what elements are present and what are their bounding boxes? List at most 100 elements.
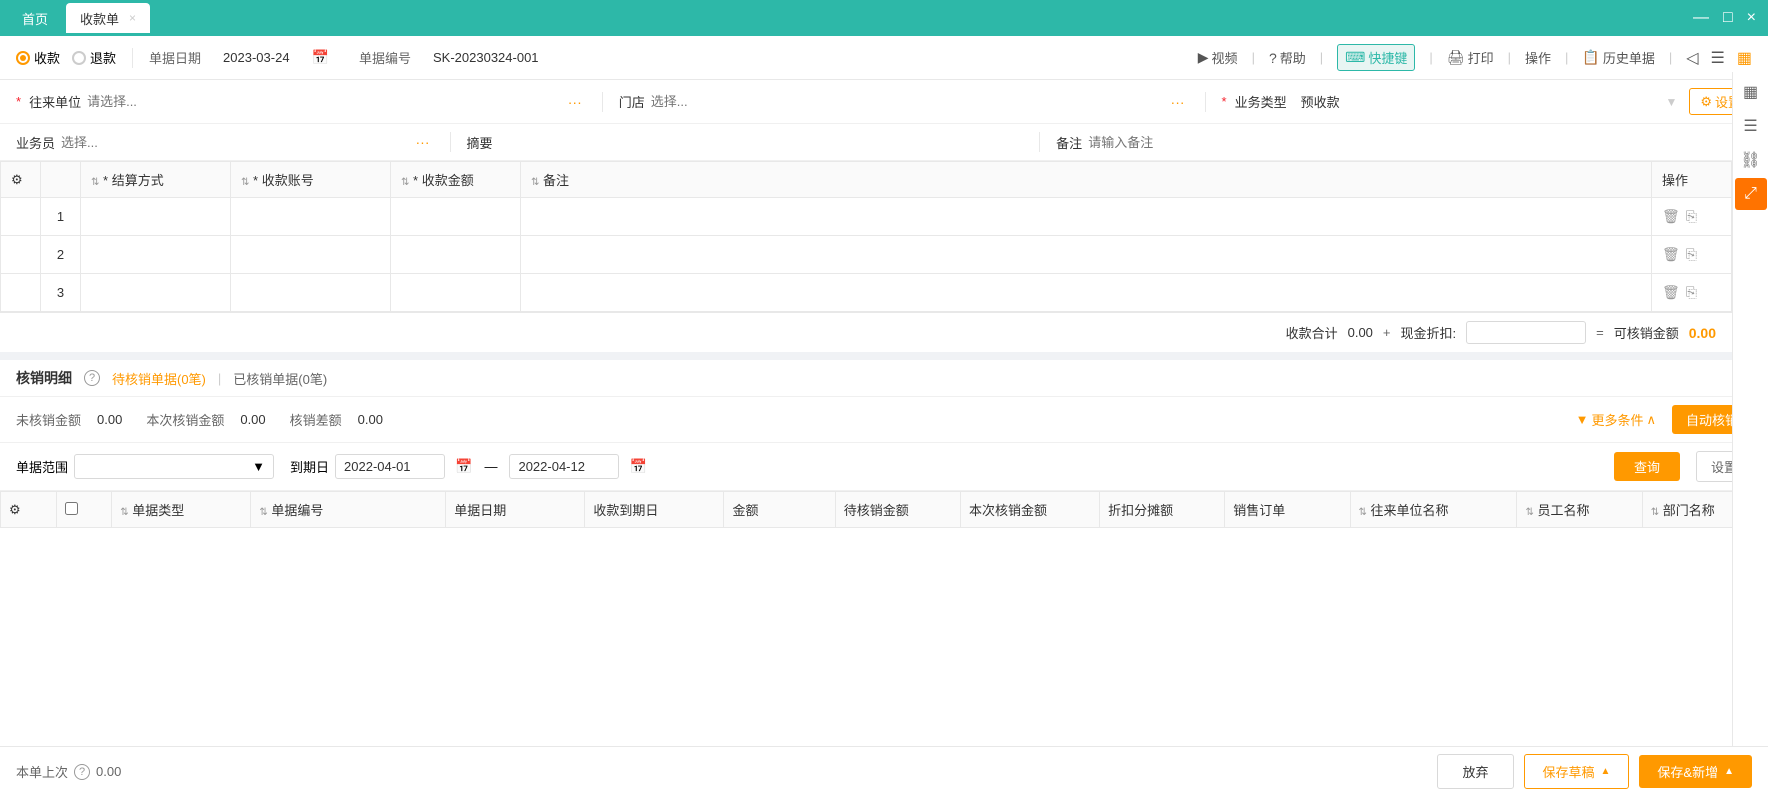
date-to-calendar-icon[interactable]: 📅	[629, 458, 646, 475]
verification-stats: 未核销金额 0.00 本次核销金额 0.00 核销差额 0.00 ▼ 更多条件 …	[0, 397, 1768, 443]
history-btn[interactable]: 📋 历史单据	[1582, 48, 1654, 67]
receipt-type-radio: 收款 退款	[16, 48, 116, 67]
total-label: 收款合计	[1286, 323, 1338, 342]
list-view-icon[interactable]: ☰	[1711, 48, 1725, 68]
date-range-field: 到期日 📅 — 📅	[290, 454, 647, 479]
footer-info: 本单上次 ? 0.00	[16, 762, 121, 781]
salesman-more-icon[interactable]: ···	[412, 134, 434, 150]
verification-help-icon[interactable]: ?	[84, 370, 100, 386]
btable-gear-header[interactable]: ⚙	[1, 492, 57, 528]
row1-account[interactable]	[231, 198, 391, 236]
row2-account[interactable]	[231, 236, 391, 274]
abandon-btn[interactable]: 放弃	[1437, 754, 1513, 789]
row3-remark[interactable]	[521, 274, 1652, 312]
save-draft-btn[interactable]: 保存草稿 ▲	[1524, 754, 1630, 789]
row2-amount[interactable]	[391, 236, 521, 274]
receipt-tab[interactable]: 收款单 ×	[66, 3, 150, 33]
row1-remark[interactable]	[521, 198, 1652, 236]
equals-sign: =	[1596, 325, 1604, 340]
btable-discount-header: 折扣分摊额	[1100, 492, 1225, 528]
grid-view-icon[interactable]: ▦	[1737, 48, 1752, 68]
row2-delete-icon[interactable]: 🗑	[1662, 246, 1680, 263]
video-btn[interactable]: ▶ 视频	[1198, 48, 1238, 67]
view-toggle-icon[interactable]: ◁	[1686, 48, 1698, 68]
row3-amount[interactable]	[391, 274, 521, 312]
filter-row: 单据范围 ▼ 到期日 📅 — 📅 查询 设置	[0, 443, 1768, 491]
query-btn[interactable]: 查询	[1614, 452, 1680, 481]
btable-due-date-header: 收款到期日	[585, 492, 724, 528]
customer-more-icon[interactable]: ···	[564, 94, 586, 110]
operations-btn[interactable]: 操作	[1525, 48, 1551, 67]
row3-settle[interactable]	[81, 274, 231, 312]
save-new-btn[interactable]: 保存&新增 ▲	[1639, 755, 1752, 788]
btable-employee-header: ⇅ 员工名称	[1517, 492, 1642, 528]
print-btn[interactable]: 🖨 打印	[1447, 48, 1494, 67]
date-label: 单据日期	[149, 48, 201, 67]
btable-date-header: 单据日期	[446, 492, 585, 528]
row3-delete-icon[interactable]: 🗑	[1662, 284, 1680, 301]
save-draft-label: 保存草稿	[1543, 762, 1595, 781]
field-divider-2	[1205, 92, 1206, 112]
receipt-tab-close[interactable]: ×	[129, 11, 136, 25]
receipt-table-body: 1 🗑 ⎘ 2	[1, 198, 1732, 312]
customer-input[interactable]	[87, 94, 558, 109]
shortcuts-icon: ⌨	[1345, 49, 1365, 66]
radio-refund[interactable]: 退款	[72, 48, 116, 67]
help-btn[interactable]: ? 帮助	[1269, 48, 1306, 67]
print-label: 打印	[1468, 48, 1494, 67]
btable-checkbox-header[interactable]	[56, 492, 112, 528]
shortcuts-label: 快捷键	[1368, 48, 1407, 67]
current-order-help-icon[interactable]: ?	[74, 764, 90, 780]
summary-input[interactable]	[499, 135, 1024, 150]
row2-remark[interactable]	[521, 236, 1652, 274]
verification-section: 核销明细 ? 待核销单据(0笔) | 已核销单据(0笔) 未核销金额 0.00 …	[0, 360, 1768, 746]
row1-settle[interactable]	[81, 198, 231, 236]
window-min-btn[interactable]: —	[1689, 7, 1713, 29]
shortcuts-btn[interactable]: ⌨ 快捷键	[1337, 44, 1415, 71]
radio-receipt[interactable]: 收款	[16, 48, 60, 67]
top-nav: 首页 收款单 × — □ ×	[0, 0, 1768, 36]
row1-amount[interactable]	[391, 198, 521, 236]
table-gear-header[interactable]: ⚙	[1, 162, 41, 198]
row3-copy-icon[interactable]: ⎘	[1686, 284, 1697, 301]
discount-input[interactable]	[1466, 321, 1586, 344]
date-from-calendar-icon[interactable]: 📅	[455, 458, 472, 475]
home-tab[interactable]: 首页	[8, 3, 62, 33]
toolbar-actions: ▶ 视频 | ? 帮助 | ⌨ 快捷键 | 🖨 打印 | 操作 |	[1198, 44, 1752, 71]
window-close-btn[interactable]: ×	[1743, 7, 1760, 29]
salesman-input[interactable]	[61, 135, 405, 150]
range-field: 单据范围 ▼	[16, 454, 274, 479]
calendar-icon[interactable]: 📅	[312, 49, 329, 66]
business-type-label: 业务类型	[1235, 92, 1287, 111]
store-more-icon[interactable]: ···	[1167, 94, 1189, 110]
done-tab[interactable]: 已核销单据(0笔)	[233, 369, 327, 388]
select-all-checkbox[interactable]	[65, 502, 78, 515]
sidebar-list-icon[interactable]: ☰	[1735, 110, 1767, 142]
salesman-field: 业务员 ···	[16, 133, 434, 152]
business-type-arrow[interactable]: ▼	[1665, 95, 1677, 109]
pending-tab[interactable]: 待核销单据(0笔)	[112, 369, 206, 388]
row1-delete-icon[interactable]: 🗑	[1662, 208, 1680, 225]
sidebar-link-icon[interactable]: ⛓	[1735, 144, 1767, 176]
row3-account[interactable]	[231, 274, 391, 312]
chevron-up-icon: ∧	[1646, 412, 1656, 428]
radio-receipt-circle	[16, 51, 30, 65]
row2-copy-icon[interactable]: ⎘	[1686, 246, 1697, 263]
field-divider-4	[1039, 132, 1040, 152]
date-from-input[interactable]	[335, 454, 445, 479]
sidebar-expand-icon[interactable]: ⤢	[1735, 178, 1767, 210]
row1-copy-icon[interactable]: ⎘	[1686, 208, 1697, 225]
operations-label: 操作	[1525, 48, 1551, 67]
date-to-input[interactable]	[509, 454, 619, 479]
remark-input[interactable]	[1088, 135, 1752, 150]
video-icon: ▶	[1198, 49, 1209, 66]
row2-ops: 🗑 ⎘	[1652, 236, 1732, 274]
row2-settle[interactable]	[81, 236, 231, 274]
more-conditions-btn[interactable]: ▼ 更多条件 ∧	[1576, 410, 1656, 429]
sidebar-table-icon[interactable]: ▦	[1735, 76, 1767, 108]
window-max-btn[interactable]: □	[1719, 7, 1737, 29]
store-input[interactable]	[651, 94, 1161, 109]
range-select[interactable]: ▼	[74, 454, 274, 479]
btable-sales-order-header: 销售订单	[1225, 492, 1350, 528]
settle-header-label: *	[103, 173, 108, 188]
